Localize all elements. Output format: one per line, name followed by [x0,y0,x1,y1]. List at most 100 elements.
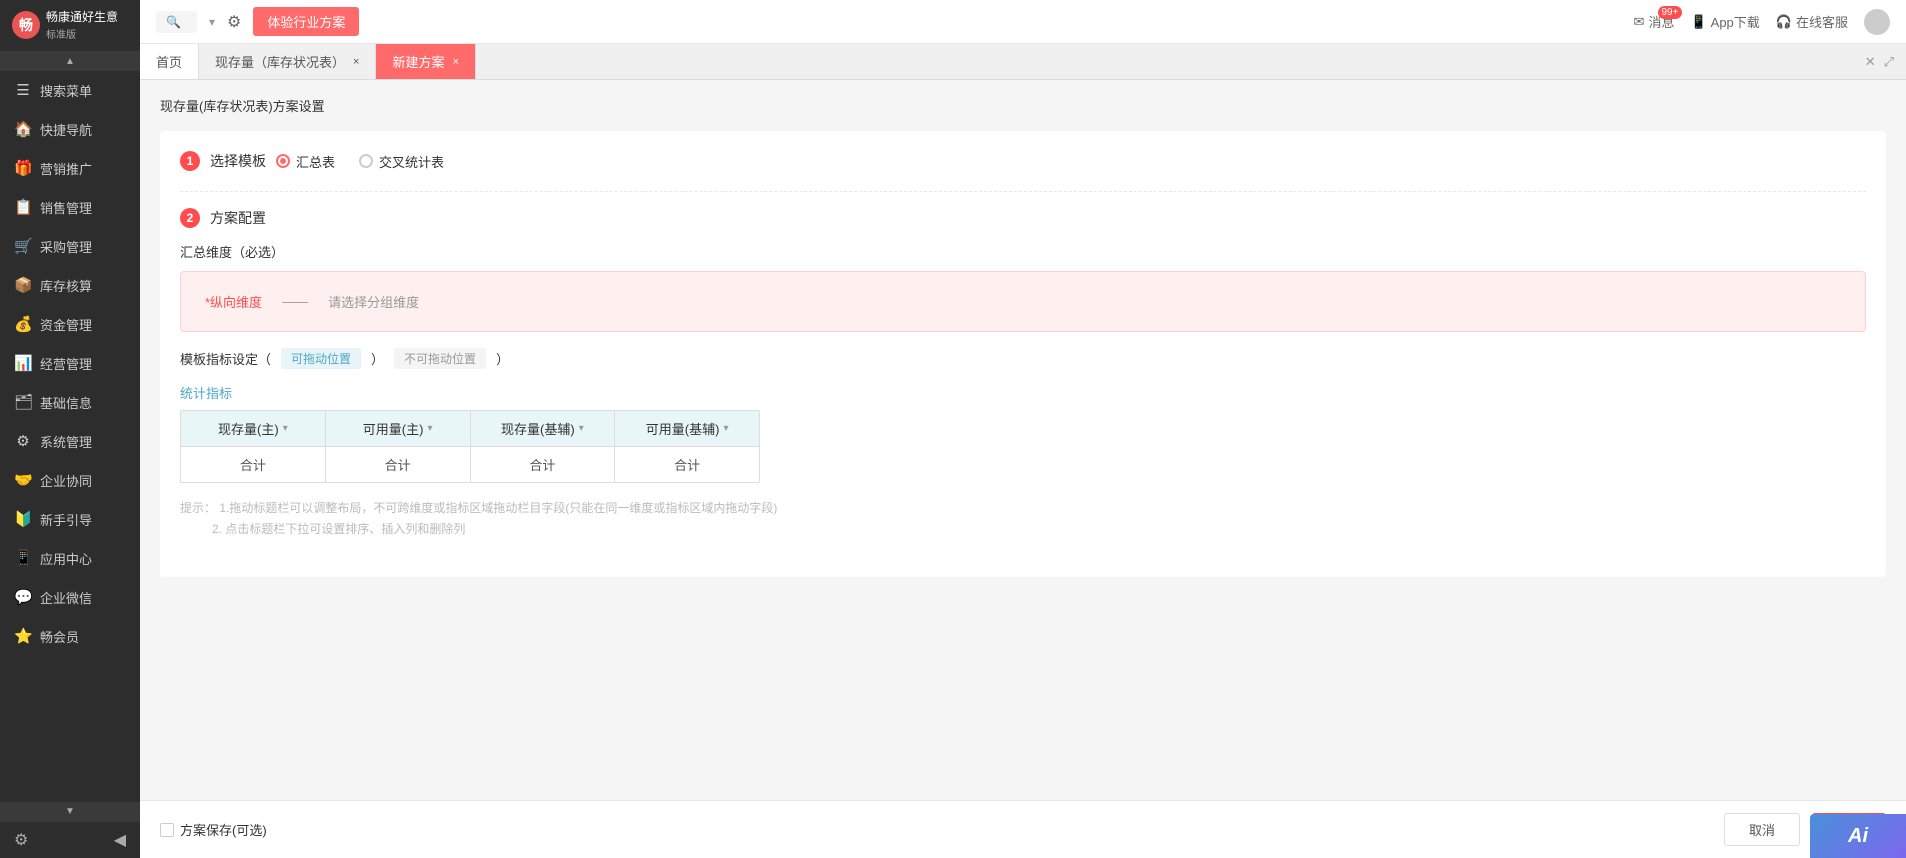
tabs-bar: 首页 现存量（库存状况表） × 新建方案 × ✕ ⤢ [140,44,1906,80]
stat-cell-1: 合计 [326,447,471,482]
tab-new-scheme-label: 新建方案 [392,52,444,71]
stat-col-2-arrow[interactable]: ▾ [579,423,584,434]
sidebar-item-basic-info[interactable]: 🗂 基础信息 [0,383,140,422]
sidebar-item-label: 畅会员 [40,627,79,646]
topbar-settings-icon[interactable]: ⚙ [227,12,241,32]
template-config-close: ） [496,349,509,368]
stat-col-2-label: 现存量(基辅) [501,419,575,438]
home-icon: 🏠 [14,120,32,138]
sidebar-item-operations[interactable]: 📊 经营管理 [0,344,140,383]
settings-bottom-icon[interactable]: ⚙ [14,830,28,850]
non-draggable-tag: 不可拖动位置 [394,348,486,369]
save-checkbox-box[interactable] [160,823,174,837]
sidebar-item-label: 系统管理 [40,432,92,451]
sidebar-item-purchase[interactable]: 🛒 采购管理 [0,227,140,266]
stat-table-header: 现存量(主) ▾ 可用量(主) ▾ 现存量(基辅) ▾ [181,411,759,446]
tab-new-scheme-close[interactable]: × [452,56,458,68]
tip-1-text: 2. 点击标题栏下拉可设置排序、插入列和删除列 [212,522,465,536]
box-icon: 📦 [14,276,32,294]
sidebar-item-label: 新手引导 [40,510,92,529]
sidebar: 畅 畅康通好生意 标准版 ▲ ☰ 搜索菜单 🏠 快捷导航 🎁 营销推广 📋 销售… [0,0,140,858]
close-tab-icon[interactable]: ✕ [1865,54,1876,70]
topbar: 🔍 ▾ ⚙ 体验行业方案 ✉ 消息 99+ 📱 App下载 🎧 在线客服 [140,0,1906,44]
sidebar-item-system[interactable]: ⚙ 系统管理 [0,422,140,461]
tip-0-text: 1.拖动标题栏可以调整布局，不可跨维度或指标区域拖动栏目字段(只能在同一维度或指… [219,501,777,515]
radio-cross[interactable]: 交叉统计表 [359,152,444,171]
sidebar-item-inventory[interactable]: 📦 库存核算 [0,266,140,305]
step2-num: 2 [180,208,200,228]
tab-home[interactable]: 首页 [140,44,199,79]
stat-col-0[interactable]: 现存量(主) ▾ [181,411,326,446]
message-icon: ✉ [1634,14,1645,30]
stat-col-3[interactable]: 可用量(基辅) ▾ [615,411,759,446]
stat-cell-0: 合计 [181,447,326,482]
stat-table: 现存量(主) ▾ 可用量(主) ▾ 现存量(基辅) ▾ [180,410,760,483]
sidebar-item-vip[interactable]: ⭐ 畅会员 [0,617,140,656]
template-config: 模板指标设定（ 可拖动位置 ） 不可拖动位置 ） [180,348,1866,369]
sidebar-scroll-down[interactable]: ▼ [0,802,140,821]
sidebar-item-label: 快捷导航 [40,120,92,139]
stat-col-1-arrow[interactable]: ▾ [427,423,432,434]
sidebar-bottom: ⚙ ◀ [0,821,140,858]
user-avatar[interactable] [1864,9,1890,35]
step1-title: 选择模板 [210,151,266,171]
topbar-search[interactable]: 🔍 [156,11,197,33]
sidebar-item-newbie[interactable]: 🔰 新手引导 [0,500,140,539]
summary-dimension-label: 汇总维度（必选） [180,242,1866,261]
page-title: 现存量(库存状况表)方案设置 [160,96,1886,115]
cart-icon: 🛒 [14,237,32,255]
step2-header: 2 方案配置 [180,208,1866,228]
tab-new-scheme[interactable]: 新建方案 × [376,44,475,79]
stat-cell-3: 合计 [615,447,759,482]
sidebar-item-sales[interactable]: 📋 销售管理 [0,188,140,227]
cancel-button[interactable]: 取消 [1724,813,1800,846]
main-area: 🔍 ▾ ⚙ 体验行业方案 ✉ 消息 99+ 📱 App下载 🎧 在线客服 [140,0,1906,858]
template-radio-group: 汇总表 交叉统计表 [276,152,444,171]
stat-col-1-label: 可用量(主) [363,419,424,438]
sidebar-item-finance[interactable]: 💰 资金管理 [0,305,140,344]
dimension-required: *纵向维度 [205,292,262,311]
chart-icon: 📊 [14,354,32,372]
stat-col-1[interactable]: 可用量(主) ▾ [326,411,471,446]
message-btn[interactable]: ✉ 消息 99+ [1634,12,1675,31]
sidebar-item-search[interactable]: ☰ 搜索菜单 [0,71,140,110]
sidebar-item-label: 基础信息 [40,393,92,412]
expand-icon[interactable]: ⤢ [1884,54,1894,70]
logo-name: 畅康通好生意 [46,10,118,26]
tab-inventory[interactable]: 现存量（库存状况表） × [199,44,376,79]
sidebar-item-marketing[interactable]: 🎁 营销推广 [0,149,140,188]
sidebar-scroll-up[interactable]: ▲ [0,52,140,71]
sidebar-item-quick-nav[interactable]: 🏠 快捷导航 [0,110,140,149]
stat-cell-2: 合计 [471,447,616,482]
stat-col-2[interactable]: 现存量(基辅) ▾ [471,411,616,446]
phone-icon: 📱 [14,549,32,567]
dimension-placeholder[interactable]: 请选择分组维度 [328,292,419,311]
stat-col-3-arrow[interactable]: ▾ [723,423,728,434]
radio-cross-label: 交叉统计表 [379,152,444,171]
step2-section: 2 方案配置 汇总维度（必选） *纵向维度 —— 请选择分组维度 模板指标设定（… [180,208,1866,537]
step-divider [180,191,1866,192]
radio-summary-dot [276,154,290,168]
service-icon: 🎧 [1776,14,1792,30]
step1-header: 1 选择模板 汇总表 交叉统计表 [180,151,1866,171]
sidebar-item-wechat[interactable]: 💬 企业微信 [0,578,140,617]
sidebar-nav: ☰ 搜索菜单 🏠 快捷导航 🎁 营销推广 📋 销售管理 🛒 采购管理 📦 库存核… [0,71,140,802]
topbar-dropdown-arrow[interactable]: ▾ [209,15,215,29]
sidebar-item-label: 采购管理 [40,237,92,256]
ai-float-btn[interactable]: Ai [1810,814,1906,858]
tab-expand-btns[interactable]: ✕ ⤢ [1853,54,1906,70]
step1-num: 1 [180,151,200,171]
save-checkbox[interactable]: 方案保存(可选) [160,820,267,839]
tab-inventory-close[interactable]: × [353,56,359,68]
sidebar-item-app-center[interactable]: 📱 应用中心 [0,539,140,578]
gear-icon: ⚙ [14,432,32,450]
trial-btn[interactable]: 体验行业方案 [253,7,359,36]
chat-icon: 💬 [14,588,32,606]
collapse-sidebar-btn[interactable]: ◀ [114,830,126,850]
online-service-btn[interactable]: 🎧 在线客服 [1776,12,1848,31]
tips-section: 提示： 1.拖动标题栏可以调整布局，不可跨维度或指标区域拖动栏目字段(只能在同一… [180,499,1866,537]
app-download-btn[interactable]: 📱 App下载 [1690,12,1759,31]
sidebar-item-enterprise[interactable]: 🤝 企业协同 [0,461,140,500]
radio-summary[interactable]: 汇总表 [276,152,335,171]
stat-col-0-arrow[interactable]: ▾ [283,423,288,434]
